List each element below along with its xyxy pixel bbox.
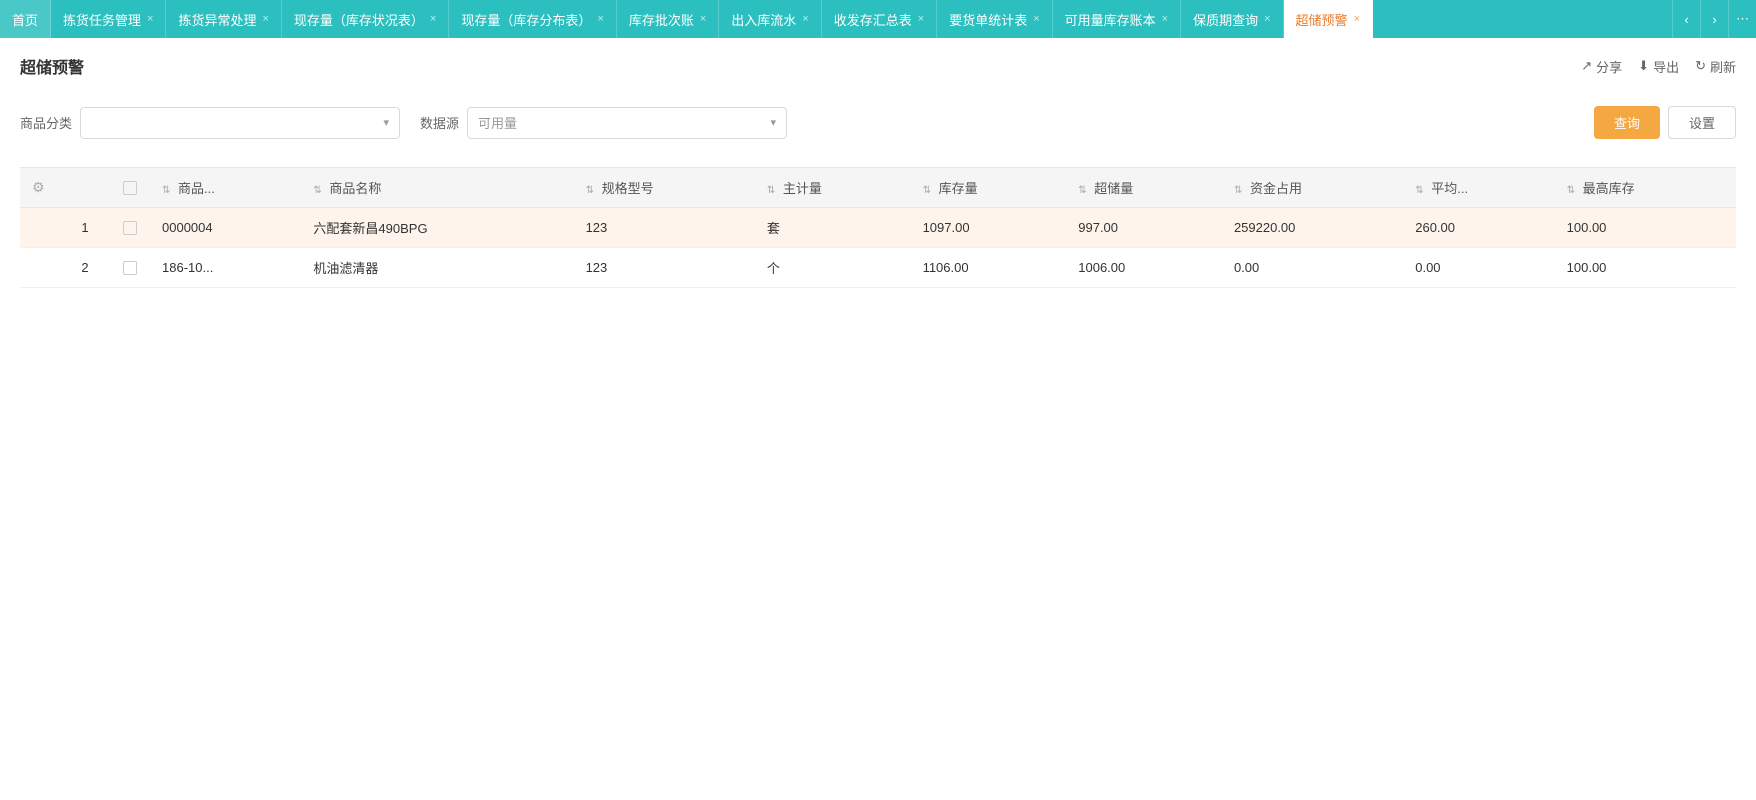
query-button[interactable]: 查询 bbox=[1594, 106, 1660, 139]
filter-actions: 查询 设置 bbox=[1594, 106, 1736, 139]
row2-unit: 个 bbox=[755, 248, 911, 288]
close-order-stats[interactable]: × bbox=[1033, 13, 1039, 25]
row1-product-code: 0000004 bbox=[150, 208, 301, 248]
commodity-category-label: 商品分类 bbox=[20, 113, 72, 132]
close-available[interactable]: × bbox=[1162, 13, 1168, 25]
close-exception[interactable]: × bbox=[262, 13, 268, 25]
table-row: 1 0000004 六配套新昌490BPG 123 套 1097.00 997.… bbox=[20, 208, 1736, 248]
page-title: 超储预警 bbox=[20, 54, 84, 78]
data-table: ⚙ 商品... 商品名称 规格型号 主计量 bbox=[20, 167, 1736, 288]
row2-spec: 123 bbox=[574, 248, 755, 288]
row2-product-code: 186-10... bbox=[150, 248, 301, 288]
row1-max-stock: 100.00 bbox=[1555, 208, 1736, 248]
table-header-row: ⚙ 商品... 商品名称 规格型号 主计量 bbox=[20, 168, 1736, 208]
row1-stock: 1097.00 bbox=[911, 208, 1067, 248]
row2-checkbox-cell bbox=[110, 248, 150, 288]
nav-summary[interactable]: 收发存汇总表 × bbox=[822, 0, 937, 38]
select-all-checkbox[interactable] bbox=[123, 181, 137, 195]
data-source-chevron-icon: ▾ bbox=[771, 116, 777, 129]
row1-index: 1 bbox=[60, 208, 110, 248]
col-capital-header[interactable]: 资金占用 bbox=[1222, 168, 1403, 208]
export-icon: ⬇ bbox=[1638, 58, 1649, 74]
commodity-category-select[interactable]: ▾ bbox=[80, 107, 400, 139]
nav-home[interactable]: 首页 bbox=[0, 0, 51, 38]
nav-left-arrow[interactable]: ‹ bbox=[1672, 0, 1700, 38]
close-summary[interactable]: × bbox=[918, 13, 924, 25]
row2-max-stock: 100.00 bbox=[1555, 248, 1736, 288]
col-product-name-header[interactable]: 商品名称 bbox=[301, 168, 573, 208]
row2-product-name: 机油滤清器 bbox=[301, 248, 573, 288]
nav-batch[interactable]: 库存批次账 × bbox=[617, 0, 719, 38]
nav-available[interactable]: 可用量库存账本 × bbox=[1053, 0, 1181, 38]
refresh-icon: ↻ bbox=[1695, 58, 1706, 74]
nav-stock-status[interactable]: 现存量（库存状况表） × bbox=[282, 0, 449, 38]
row1-unit: 套 bbox=[755, 208, 911, 248]
row2-checkbox[interactable] bbox=[123, 261, 137, 275]
nav-right-arrow[interactable]: › bbox=[1700, 0, 1728, 38]
row1-checkbox[interactable] bbox=[123, 221, 137, 235]
nav-exception[interactable]: 拣货异常处理 × bbox=[166, 0, 281, 38]
nav-shelf-life[interactable]: 保质期查询 × bbox=[1181, 0, 1283, 38]
col-excess-header[interactable]: 超储量 bbox=[1066, 168, 1222, 208]
col-avg-header[interactable]: 平均... bbox=[1403, 168, 1554, 208]
chevron-down-icon: ▾ bbox=[383, 116, 389, 129]
share-button[interactable]: ↗ 分享 bbox=[1581, 57, 1622, 76]
row1-spec: 123 bbox=[574, 208, 755, 248]
data-source-filter: 数据源 可用量 ▾ bbox=[420, 107, 787, 139]
row1-excess: 997.00 bbox=[1066, 208, 1222, 248]
commodity-category-filter: 商品分类 ▾ bbox=[20, 107, 400, 139]
header-actions: ↗ 分享 ⬇ 导出 ↻ 刷新 bbox=[1581, 57, 1736, 76]
nav-order-stats[interactable]: 要货单统计表 × bbox=[937, 0, 1052, 38]
share-icon: ↗ bbox=[1581, 58, 1592, 74]
row2-avg: 0.00 bbox=[1403, 248, 1554, 288]
col-unit-header[interactable]: 主计量 bbox=[755, 168, 911, 208]
row1-settings bbox=[20, 208, 60, 248]
row2-capital: 0.00 bbox=[1222, 248, 1403, 288]
col-product-code-header[interactable]: 商品... bbox=[150, 168, 301, 208]
filter-area: 商品分类 ▾ 数据源 可用量 ▾ 查询 设置 bbox=[20, 94, 1736, 151]
close-overstock[interactable]: × bbox=[1354, 13, 1360, 25]
close-task-mgmt[interactable]: × bbox=[147, 13, 153, 25]
table-row: 2 186-10... 机油滤清器 123 个 1106.00 1006.00 … bbox=[20, 248, 1736, 288]
nav-arrows: ‹ › ⋯ bbox=[1672, 0, 1756, 38]
close-stock-dist[interactable]: × bbox=[597, 13, 603, 25]
col-stock-header[interactable]: 库存量 bbox=[911, 168, 1067, 208]
nav-flow[interactable]: 出入库流水 × bbox=[719, 0, 821, 38]
close-shelf-life[interactable]: × bbox=[1264, 13, 1270, 25]
row2-settings bbox=[20, 248, 60, 288]
page-header: 超储预警 ↗ 分享 ⬇ 导出 ↻ 刷新 bbox=[20, 54, 1736, 78]
refresh-button[interactable]: ↻ 刷新 bbox=[1695, 57, 1736, 76]
close-stock-status[interactable]: × bbox=[430, 13, 436, 25]
data-source-value: 可用量 bbox=[478, 113, 517, 132]
row1-capital: 259220.00 bbox=[1222, 208, 1403, 248]
settings-button[interactable]: 设置 bbox=[1668, 106, 1736, 139]
col-settings-header: ⚙ bbox=[20, 168, 60, 208]
nav-more-arrow[interactable]: ⋯ bbox=[1728, 0, 1756, 38]
col-spec-header[interactable]: 规格型号 bbox=[574, 168, 755, 208]
close-batch[interactable]: × bbox=[700, 13, 706, 25]
data-source-select[interactable]: 可用量 ▾ bbox=[467, 107, 787, 139]
row2-stock: 1106.00 bbox=[911, 248, 1067, 288]
table-settings-icon[interactable]: ⚙ bbox=[32, 179, 45, 195]
col-index-header bbox=[60, 168, 110, 208]
nav-overstock[interactable]: 超储预警 × bbox=[1284, 0, 1373, 38]
col-max-stock-header[interactable]: 最高库存 bbox=[1555, 168, 1736, 208]
row1-avg: 260.00 bbox=[1403, 208, 1554, 248]
close-flow[interactable]: × bbox=[802, 13, 808, 25]
col-checkbox-header bbox=[110, 168, 150, 208]
main-content: 超储预警 ↗ 分享 ⬇ 导出 ↻ 刷新 商品分类 ▾ 数据源 bbox=[0, 38, 1756, 800]
row1-checkbox-cell bbox=[110, 208, 150, 248]
nav-task-mgmt[interactable]: 拣货任务管理 × bbox=[51, 0, 166, 38]
row2-excess: 1006.00 bbox=[1066, 248, 1222, 288]
top-nav: 首页 拣货任务管理 × 拣货异常处理 × 现存量（库存状况表） × 现存量（库存… bbox=[0, 0, 1756, 38]
export-button[interactable]: ⬇ 导出 bbox=[1638, 57, 1679, 76]
row1-product-name: 六配套新昌490BPG bbox=[301, 208, 573, 248]
nav-stock-dist[interactable]: 现存量（库存分布表） × bbox=[449, 0, 616, 38]
data-source-label: 数据源 bbox=[420, 113, 459, 132]
row2-index: 2 bbox=[60, 248, 110, 288]
